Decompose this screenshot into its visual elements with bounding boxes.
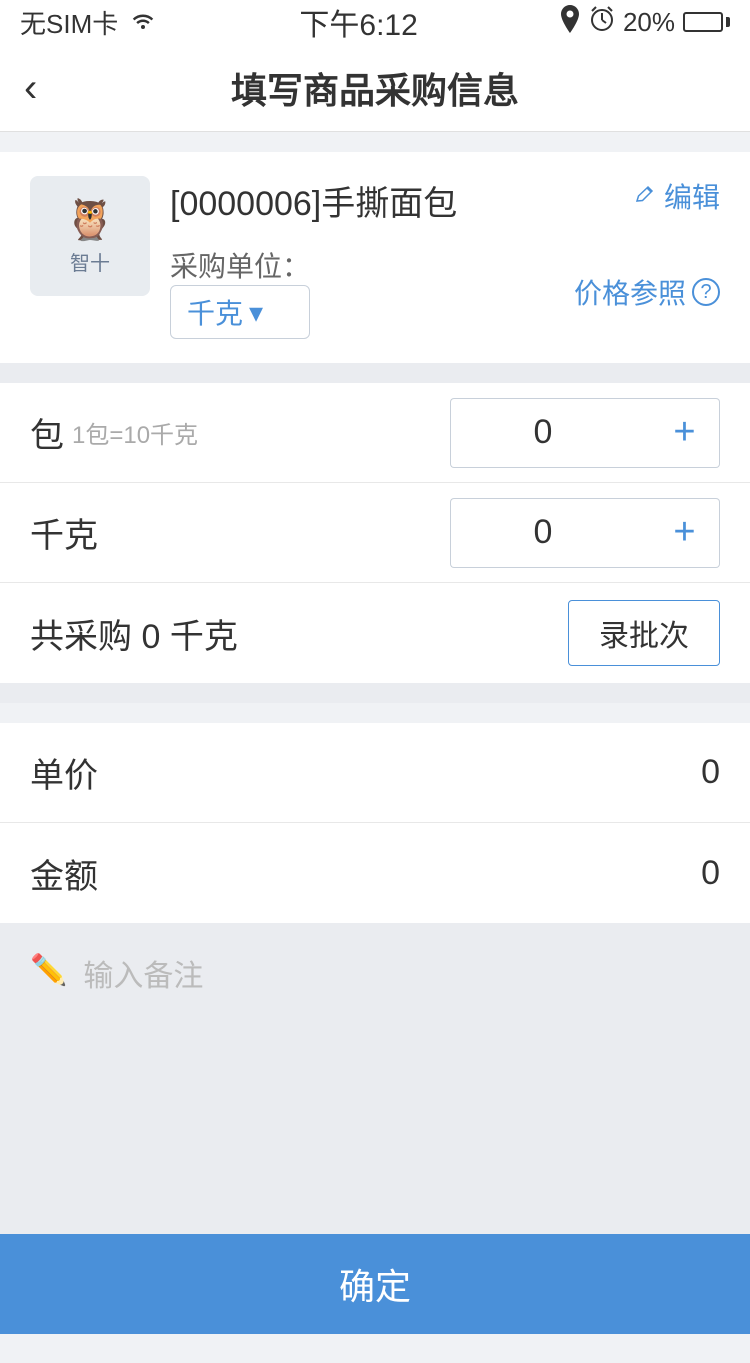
input-section: 包 1包=10千克 + 千克 + <box>0 383 750 583</box>
edit-button[interactable]: 编辑 <box>634 176 720 216</box>
price-reference-button[interactable]: 价格参照 ? <box>574 272 720 312</box>
bag-label: 包 <box>30 408 64 457</box>
product-thumbnail: 🦉 智十 <box>30 176 150 296</box>
kg-label: 千克 <box>30 508 98 557</box>
kg-input-row: 千克 + <box>0 483 750 583</box>
unit-label: 采购单位： <box>170 251 310 282</box>
kg-quantity-input[interactable] <box>450 498 650 568</box>
product-info: [0000006]手撕面包 编辑 采购单位： 千克 ▾ 价格 <box>170 176 720 339</box>
page-title: 填写商品采购信息 <box>231 62 519 114</box>
wifi-icon <box>128 7 158 38</box>
alarm-icon <box>589 5 615 40</box>
status-right: 20% <box>559 5 730 40</box>
amount-label: 金额 <box>30 849 98 898</box>
amount-row: 金额 0 <box>0 823 750 923</box>
unit-price-row: 单价 0 <box>0 723 750 823</box>
amount-value: 0 <box>701 854 720 893</box>
nav-bar: ‹ 填写商品采购信息 <box>0 44 750 132</box>
bag-plus-button[interactable]: + <box>650 398 720 468</box>
battery-icon <box>683 12 730 32</box>
product-name: [0000006]手撕面包 <box>170 176 634 225</box>
product-header: [0000006]手撕面包 编辑 <box>170 176 720 225</box>
summary-row: 共采购 0 千克 录批次 <box>0 583 750 683</box>
note-placeholder: 输入备注 <box>83 951 203 995</box>
confirm-bar[interactable]: 确定 <box>0 1234 750 1334</box>
carrier-text: 无SIM卡 <box>20 4 118 41</box>
chevron-down-icon: ▾ <box>249 296 263 329</box>
kg-plus-button[interactable]: + <box>650 498 720 568</box>
bag-sublabel: 1包=10千克 <box>72 415 198 450</box>
status-bar: 无SIM卡 下午6:12 20% <box>0 0 750 44</box>
unit-price-label: 单价 <box>30 748 98 797</box>
bag-quantity-input[interactable] <box>450 398 650 468</box>
help-icon: ? <box>692 278 720 306</box>
summary-text: 共采购 0 千克 <box>30 609 238 658</box>
note-section[interactable]: ✏️ 输入备注 <box>0 923 750 1263</box>
owl-logo-icon: 🦉 <box>65 196 115 243</box>
kg-input-right: + <box>450 498 720 568</box>
summary-section: 共采购 0 千克 录批次 <box>0 583 750 683</box>
battery-percent: 20% <box>623 7 675 38</box>
batch-button[interactable]: 录批次 <box>568 600 720 666</box>
confirm-label: 确定 <box>339 1258 411 1310</box>
divider-2 <box>0 683 750 703</box>
price-section: 单价 0 金额 0 <box>0 723 750 923</box>
status-time: 下午6:12 <box>299 0 417 44</box>
main-content: 🦉 智十 [0000006]手撕面包 编辑 采购单位： 千克 ▾ <box>0 152 750 1363</box>
product-card: 🦉 智十 [0000006]手撕面包 编辑 采购单位： 千克 ▾ <box>0 152 750 363</box>
divider-1 <box>0 363 750 383</box>
pencil-icon: ✏️ <box>30 953 67 988</box>
product-unit-row: 采购单位： 千克 ▾ 价格参照 ? <box>170 245 720 339</box>
unit-price-value: 0 <box>701 753 720 792</box>
unit-label-group: 采购单位： 千克 ▾ <box>170 245 310 339</box>
bag-input-right: + <box>450 398 720 468</box>
brand-text: 智十 <box>70 247 110 276</box>
back-button[interactable]: ‹ <box>24 68 37 108</box>
location-icon <box>559 5 581 40</box>
unit-dropdown[interactable]: 千克 ▾ <box>170 285 310 339</box>
status-left: 无SIM卡 <box>20 4 158 41</box>
bag-input-row: 包 1包=10千克 + <box>0 383 750 483</box>
